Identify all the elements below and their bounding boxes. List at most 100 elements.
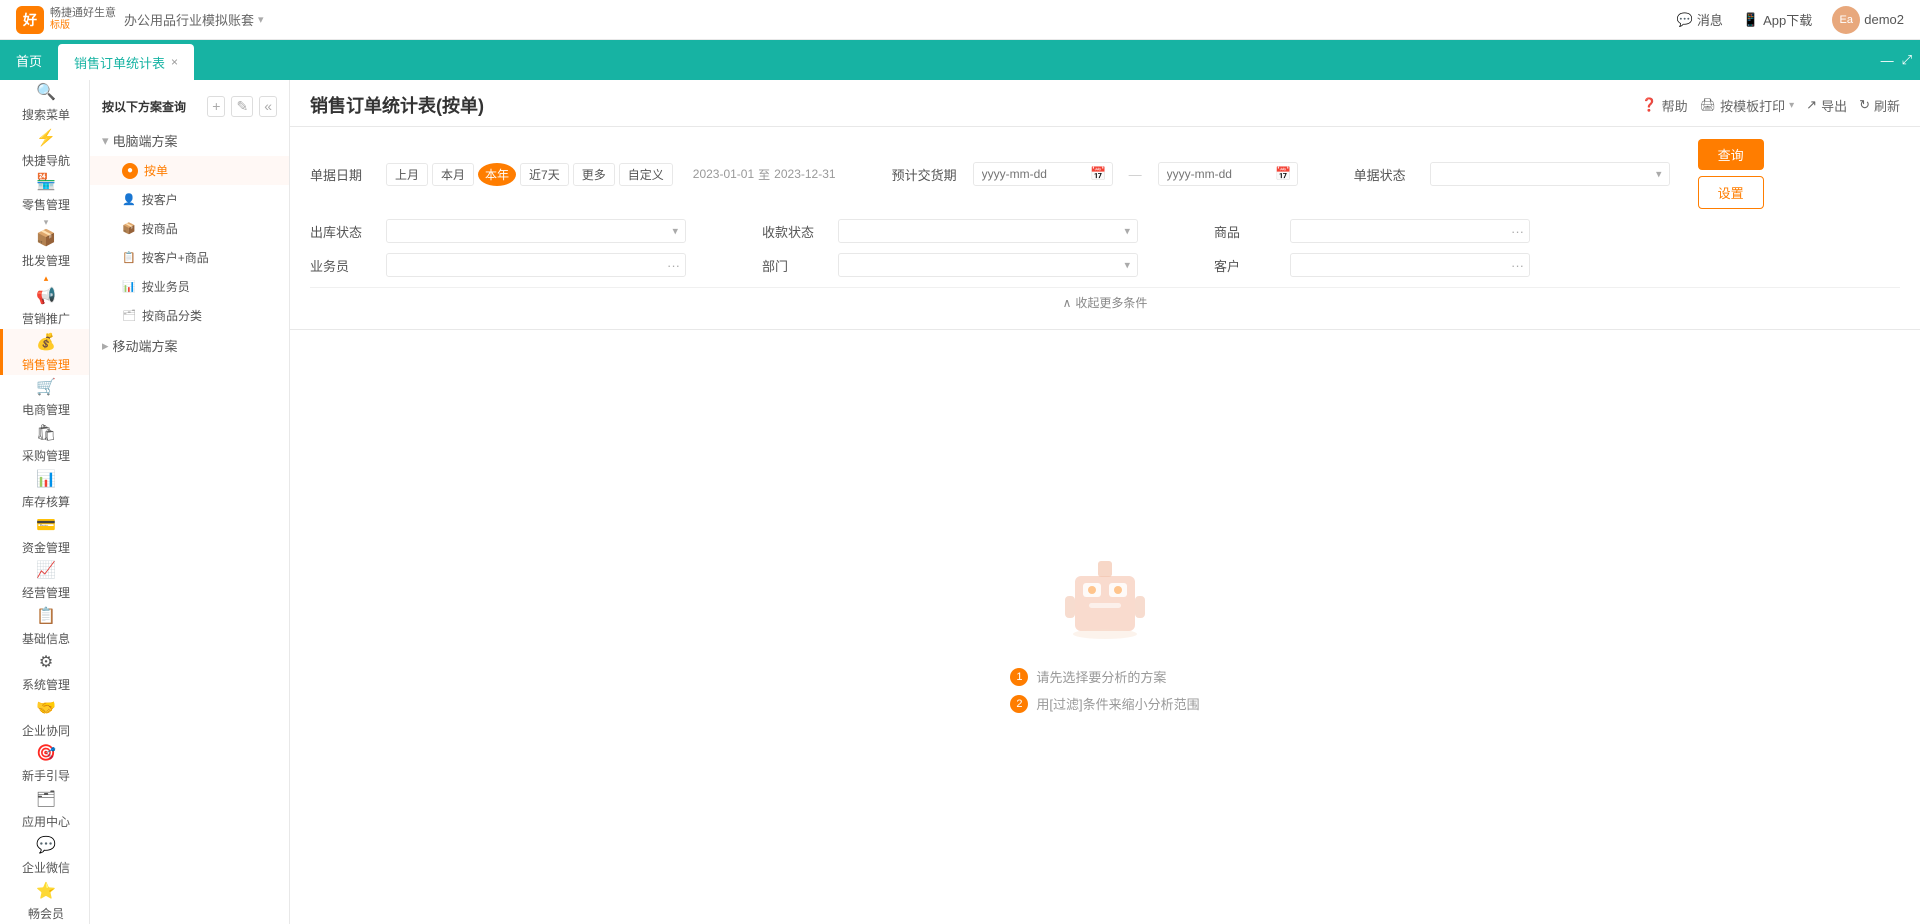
query-button[interactable]: 查询	[1698, 139, 1764, 170]
customer-input[interactable]	[1290, 253, 1530, 277]
sidebar-item-marketing[interactable]: 📢 营销推广	[0, 284, 89, 330]
breadcrumb[interactable]: 办公用品行业模拟账套 ▾	[124, 10, 264, 29]
pc-section-header[interactable]: ▾ 电脑端方案	[90, 125, 289, 156]
sidebar-item-operation[interactable]: 📈 经营管理	[0, 558, 89, 604]
ecom-icon: 🛒	[36, 377, 56, 397]
system-icon: ⚙	[39, 652, 53, 672]
scheme-by-goods-cat[interactable]: 🗂 按商品分类	[90, 301, 289, 330]
mobile-section-label: 移动端方案	[113, 336, 178, 355]
shipment-status-select[interactable]	[386, 219, 686, 243]
payment-status-select[interactable]	[838, 219, 1138, 243]
delivery-date-start-wrapper: 📅	[973, 162, 1113, 186]
scheme-by-customer-goods-icon: 📋	[122, 251, 136, 264]
customer-label: 客户	[1214, 256, 1274, 275]
department-select[interactable]	[838, 253, 1138, 277]
guide-icon: 🎯	[36, 743, 56, 763]
avatar: Ea	[1832, 6, 1860, 34]
sidebar-item-system[interactable]: ⚙ 系统管理	[0, 650, 89, 696]
scheme-by-customer-goods-label: 按客户+商品	[142, 249, 209, 266]
page-header-actions: ❓ 帮助 🖨 按模板打印 ▾ ↗ 导出 ↻ 刷新	[1641, 96, 1900, 115]
customer-input-wrapper: ···	[1290, 253, 1530, 277]
app-center-icon: 🗂	[36, 789, 56, 809]
right-content: 销售订单统计表(按单) ❓ 帮助 🖨 按模板打印 ▾ ↗ 导出	[290, 80, 1920, 924]
sidebar-item-purchase[interactable]: 🛍 采购管理	[0, 421, 89, 467]
sidebar-item-wechat[interactable]: 💬 企业微信	[0, 833, 89, 879]
sidebar-item-inventory[interactable]: 📊 库存核算	[0, 467, 89, 513]
basic-icon: 📋	[36, 606, 56, 626]
left-panel-icons: + ✎ «	[207, 96, 277, 117]
salesperson-input-wrapper: ···	[386, 253, 686, 277]
scheme-by-salesperson[interactable]: 📊 按业务员	[90, 272, 289, 301]
finance-icon: 💳	[36, 515, 56, 535]
status-select-wrapper	[1430, 162, 1670, 186]
left-panel-header: 按以下方案查询 + ✎ «	[90, 88, 289, 125]
logo-text: 畅捷通好生意 标版	[50, 7, 116, 32]
date-btn-custom[interactable]: 自定义	[619, 163, 673, 186]
app-download-button[interactable]: 📱 App下载	[1743, 10, 1812, 29]
date-range-display: 2023-01-01 至 2023-12-31	[693, 166, 836, 183]
member-icon: ⭐	[36, 881, 56, 901]
help-button[interactable]: ❓ 帮助	[1641, 96, 1687, 115]
mobile-section-header[interactable]: ▸ 移动端方案	[90, 330, 289, 361]
print-button[interactable]: 🖨 按模板打印 ▾	[1700, 96, 1795, 115]
scheme-by-customer-label: 按客户	[142, 191, 178, 208]
collapse-filter-button[interactable]: ∧ 收起更多条件	[1063, 288, 1148, 317]
scheme-by-goods[interactable]: 📦 按商品	[90, 214, 289, 243]
salesperson-input[interactable]	[386, 253, 686, 277]
sidebar-item-enterprise[interactable]: 🤝 企业协同	[0, 695, 89, 741]
payment-status-wrapper	[838, 219, 1138, 243]
tab-close-icon[interactable]: ×	[171, 55, 178, 69]
status-select[interactable]	[1430, 162, 1670, 186]
export-button[interactable]: ↗ 导出	[1806, 96, 1847, 115]
collapse-panel-icon[interactable]: «	[259, 96, 277, 117]
sidebar-item-finance[interactable]: 💳 资金管理	[0, 512, 89, 558]
marketing-icon: 📢	[36, 286, 56, 306]
sidebar-item-wholesale[interactable]: 📦 批发管理 ▴	[0, 228, 89, 284]
sidebar-item-basic[interactable]: 📋 基础信息	[0, 604, 89, 650]
status-label: 单据状态	[1354, 165, 1414, 184]
message-icon: 💬	[1677, 12, 1693, 28]
tab-home[interactable]: 首页	[0, 40, 58, 80]
user-profile[interactable]: Ea demo2	[1832, 6, 1904, 34]
sidebar-item-guide[interactable]: 🎯 新手引导	[0, 741, 89, 787]
tab-sales-order-stat[interactable]: 销售订单统计表 ×	[58, 44, 194, 80]
date-btn-this-month[interactable]: 本月	[432, 163, 474, 186]
settings-button[interactable]: 设置	[1698, 176, 1764, 209]
sidebar-item-member[interactable]: ⭐ 畅会员	[0, 878, 89, 924]
date-btn-last-7days[interactable]: 近7天	[520, 163, 569, 186]
date-btn-last-month[interactable]: 上月	[386, 163, 428, 186]
empty-step-2: 2 用[过滤]条件来缩小分析范围	[1010, 694, 1199, 713]
refresh-button[interactable]: ↻ 刷新	[1859, 96, 1900, 115]
sidebar-item-app-center[interactable]: 🗂 应用中心	[0, 787, 89, 833]
date-btn-more[interactable]: 更多	[573, 163, 615, 186]
scheme-by-order[interactable]: ● 按单	[90, 156, 289, 185]
scheme-by-customer-icon: 👤	[122, 193, 136, 206]
message-button[interactable]: 💬 消息	[1677, 10, 1723, 29]
date-btn-this-year[interactable]: 本年	[478, 163, 516, 186]
collapse-arrow-icon: ∧	[1063, 296, 1072, 310]
export-icon: ↗	[1806, 97, 1817, 113]
sidebar-item-sales[interactable]: 💰 销售管理	[0, 329, 89, 375]
minimize-icon[interactable]: —	[1881, 53, 1894, 68]
sidebar-item-retail[interactable]: 🏪 零售管理 ▾	[0, 172, 89, 228]
empty-step-1: 1 请先选择要分析的方案	[1010, 667, 1199, 686]
scheme-by-customer-goods[interactable]: 📋 按客户+商品	[90, 243, 289, 272]
sidebar-item-search-menu[interactable]: 🔍 搜索菜单	[0, 80, 89, 126]
date-buttons: 上月 本月 本年 近7天 更多 自定义	[386, 163, 673, 186]
goods-more-icon: ···	[1511, 224, 1524, 239]
sidebar-item-ecom[interactable]: 🛒 电商管理	[0, 375, 89, 421]
salesperson-label: 业务员	[310, 256, 370, 275]
sidebar: 🔍 搜索菜单 ⚡ 快捷导航 🏪 零售管理 ▾ 📦 批发管理 ▴ 📢 营销推广 💰…	[0, 80, 90, 924]
empty-steps: 1 请先选择要分析的方案 2 用[过滤]条件来缩小分析范围	[1010, 667, 1199, 713]
inventory-icon: 📊	[36, 469, 56, 489]
expand-icon[interactable]: ⤢	[1902, 52, 1912, 68]
nav-right-icons: — ⤢	[1881, 52, 1920, 68]
delivery-date-label: 预计交货期	[892, 165, 957, 184]
goods-input[interactable]	[1290, 219, 1530, 243]
scheme-by-customer[interactable]: 👤 按客户	[90, 185, 289, 214]
add-scheme-icon[interactable]: +	[207, 96, 225, 117]
department-wrapper	[838, 253, 1138, 277]
print-icon: 🖨	[1700, 97, 1717, 113]
edit-scheme-icon[interactable]: ✎	[231, 96, 253, 117]
sidebar-item-quick-nav[interactable]: ⚡ 快捷导航	[0, 126, 89, 172]
